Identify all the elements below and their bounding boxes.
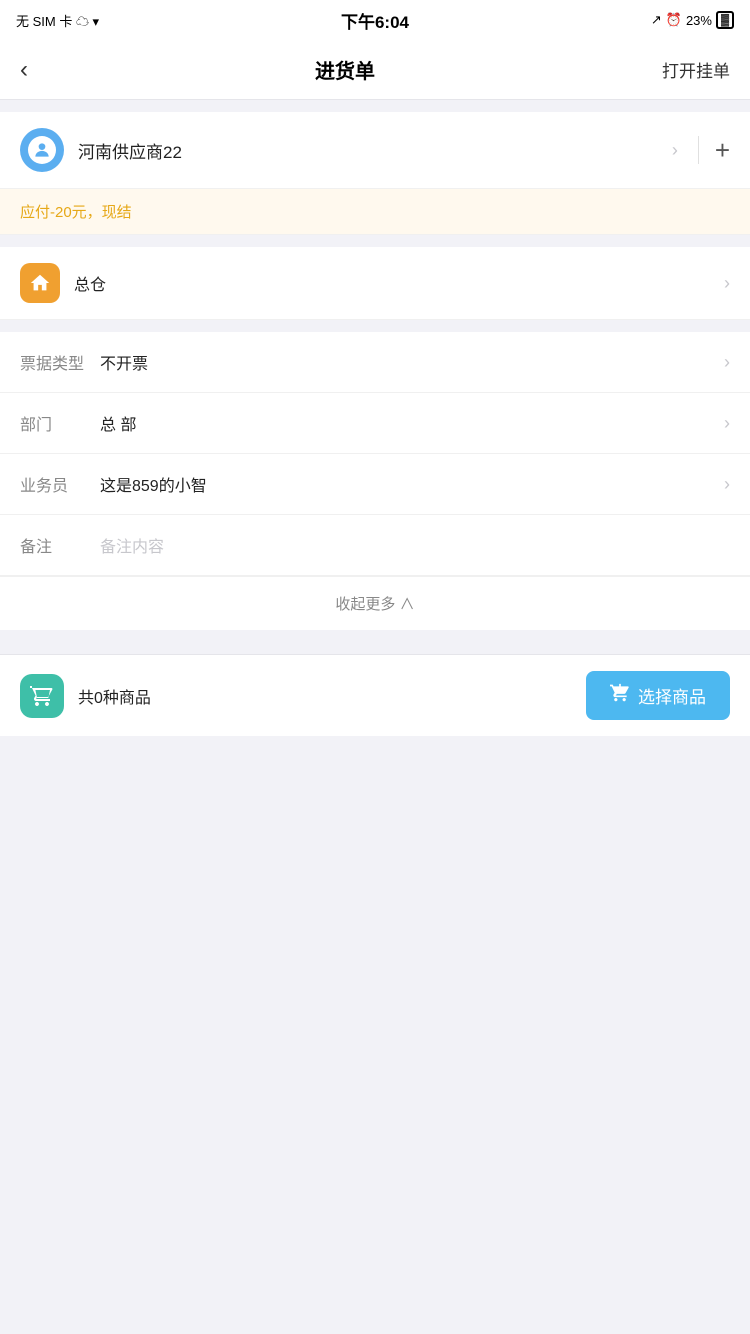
section-gap-2 [0, 235, 750, 247]
notice-text: 应付-20元，现结 [20, 204, 132, 221]
department-value: 总 部 [100, 411, 724, 435]
status-bar: 无 SIM 卡 ☁ ▾ 下午6:04 ↗ ⏰ 23% ▓ [0, 0, 750, 40]
select-product-button[interactable]: 选择商品 [586, 671, 730, 720]
salesperson-chevron-icon: › [724, 474, 730, 495]
open-pending-button[interactable]: 打开挂单 [662, 57, 730, 82]
warehouse-row[interactable]: 总仓 › [0, 247, 750, 320]
section-gap-1 [0, 100, 750, 112]
empty-area [0, 736, 750, 1036]
warehouse-chevron-icon: › [724, 273, 730, 294]
warehouse-section: 总仓 › [0, 247, 750, 320]
salesperson-label: 业务员 [20, 472, 100, 496]
location-icon: ↗ [651, 12, 662, 28]
cart-icon [610, 683, 630, 708]
status-battery: ↗ ⏰ 23% ▓ [651, 11, 734, 29]
battery-icon: ▓ [716, 11, 734, 29]
supplier-name: 河南供应商22 [78, 138, 672, 163]
section-gap-3 [0, 320, 750, 332]
invoice-type-row[interactable]: 票据类型 不开票 › [0, 332, 750, 393]
select-product-label: 选择商品 [638, 683, 706, 708]
invoice-type-chevron-icon: › [724, 352, 730, 373]
collapse-toggle[interactable]: 收起更多 ∧ [0, 576, 750, 630]
notice-bar: 应付-20元，现结 [0, 189, 750, 235]
supplier-avatar [20, 128, 64, 172]
department-chevron-icon: › [724, 413, 730, 434]
section-gap-4 [0, 630, 750, 642]
bottom-bar: 共0种商品 选择商品 [0, 654, 750, 736]
remark-input[interactable]: 备注内容 [100, 533, 164, 557]
remark-row[interactable]: 备注 备注内容 [0, 515, 750, 576]
add-button[interactable]: + [715, 135, 730, 166]
alarm-icon: ⏰ [666, 12, 682, 28]
collapse-label: 收起更多 ∧ [335, 596, 414, 613]
supplier-section: 河南供应商22 › + 应付-20元，现结 [0, 112, 750, 235]
divider [698, 136, 699, 164]
back-button[interactable]: ‹ [20, 56, 28, 84]
nav-bar: ‹ 进货单 打开挂单 [0, 40, 750, 100]
invoice-type-value: 不开票 [100, 350, 724, 374]
salesperson-value: 这是859的小智 [100, 472, 724, 496]
product-icon-wrap [20, 674, 64, 718]
department-label: 部门 [20, 411, 100, 435]
invoice-type-label: 票据类型 [20, 350, 100, 374]
remark-label: 备注 [20, 533, 100, 557]
salesperson-row[interactable]: 业务员 这是859的小智 › [0, 454, 750, 515]
warehouse-icon-wrap [20, 263, 60, 303]
status-signal: 无 SIM 卡 ☁ ▾ [16, 11, 99, 30]
status-time: 下午6:04 [341, 8, 409, 33]
warehouse-name: 总仓 [74, 271, 724, 295]
supplier-row[interactable]: 河南供应商22 › + [0, 112, 750, 189]
product-count: 共0种商品 [78, 684, 586, 708]
supplier-chevron-icon: › [672, 140, 678, 161]
form-section: 票据类型 不开票 › 部门 总 部 › 业务员 这是859的小智 › 备注 备注… [0, 332, 750, 630]
person-icon [28, 136, 56, 164]
page-title: 进货单 [315, 55, 375, 84]
department-row[interactable]: 部门 总 部 › [0, 393, 750, 454]
